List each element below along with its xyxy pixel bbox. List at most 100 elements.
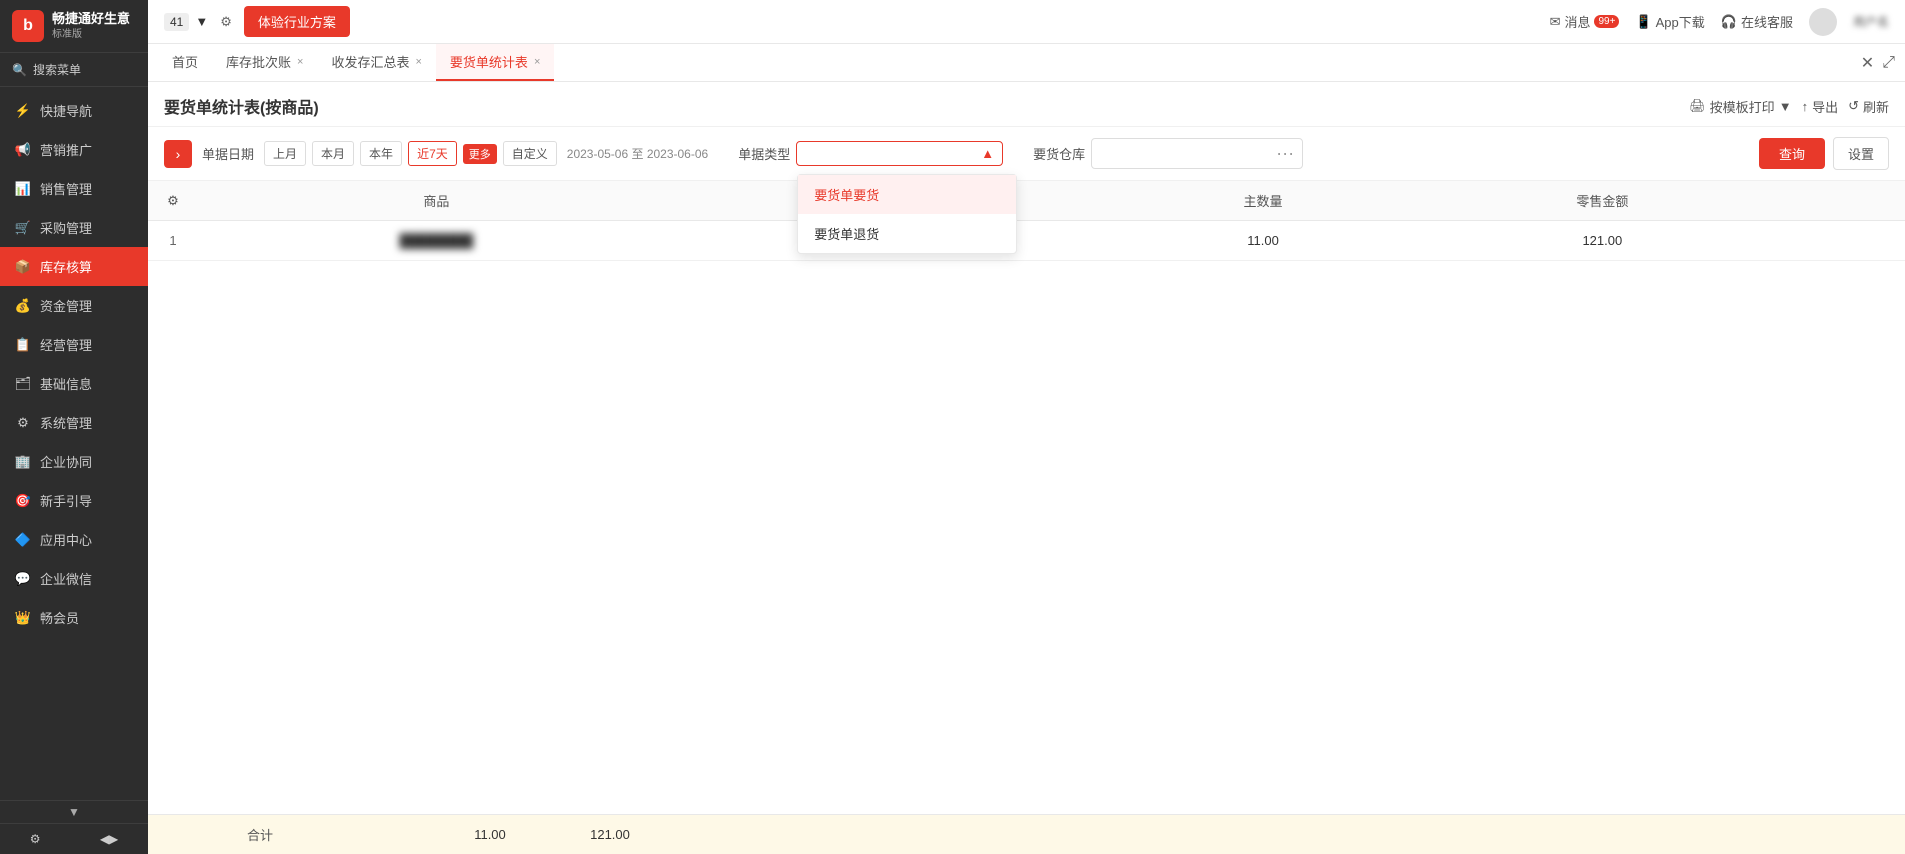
page-container: 要货单统计表(按商品) 🖨 按模板打印 ▼ ↑ 导出 ↺ 刷新 — [148, 82, 1905, 854]
messages-button[interactable]: ✉ 消息 99+ — [1550, 12, 1620, 31]
close-all-tabs-button[interactable]: ✕ — [1861, 53, 1874, 73]
table-column-settings-icon[interactable]: ⚙ — [167, 193, 179, 208]
date-custom-button[interactable]: 自定义 — [503, 141, 557, 166]
sidebar-item-guide[interactable]: 🎯 新手引导 — [0, 481, 148, 520]
store-selector[interactable]: 41 ▼ — [164, 13, 208, 31]
tab-home[interactable]: 首页 — [158, 44, 212, 81]
sidebar-item-appstore[interactable]: 🔷 应用中心 — [0, 520, 148, 559]
footer-total-label: 合计 — [210, 825, 310, 844]
tab-close-batch-account[interactable]: × — [297, 56, 303, 68]
main-area: 41 ▼ ⚙ 体验行业方案 ✉ 消息 99+ 📱 App下载 🎧 在线客服 用户… — [148, 0, 1905, 854]
date-range-display: 2023-05-06 至 2023-06-06 — [567, 145, 708, 162]
print-template-button[interactable]: 🖨 按模板打印 ▼ — [1689, 97, 1791, 116]
warehouse-group: 要货仓库 ··· — [1033, 138, 1303, 169]
sidebar-item-system[interactable]: ⚙ 系统管理 — [0, 403, 148, 442]
table-row: 1 ████████ 块 11.00 121.00 — [148, 221, 1905, 261]
top-header: 41 ▼ ⚙ 体验行业方案 ✉ 消息 99+ 📱 App下载 🎧 在线客服 用户… — [148, 0, 1905, 44]
sidebar-bottom: ⚙ ◀▶ — [0, 823, 148, 854]
footer-quantity: 11.00 — [430, 827, 550, 842]
cell-extra — [1788, 221, 1905, 261]
marketing-icon: 📢 — [14, 141, 32, 159]
date-preset-this-month[interactable]: 本月 — [312, 141, 354, 166]
username: 用户名 — [1853, 13, 1889, 30]
date-preset-7days[interactable]: 近7天 — [408, 141, 457, 166]
store-number: 41 — [164, 13, 189, 31]
query-button[interactable]: 查询 — [1759, 138, 1825, 169]
sidebar-item-member[interactable]: 👑 畅会员 — [0, 598, 148, 637]
tab-batch-account[interactable]: 库存批次账 × — [212, 44, 317, 81]
online-service-button[interactable]: 🎧 在线客服 — [1721, 12, 1793, 31]
warehouse-more-icon[interactable]: ··· — [1276, 143, 1294, 164]
warehouse-select-input[interactable] — [1100, 146, 1276, 161]
content-area: 要货单统计表(按商品) 🖨 按模板打印 ▼ ↑ 导出 ↺ 刷新 — [148, 82, 1905, 854]
date-filter-label: 单据日期 — [202, 144, 254, 163]
date-presets: 上月 本月 本年 近7天 更多 自定义 — [264, 141, 557, 166]
tab-order-stat[interactable]: 要货单统计表 × — [436, 44, 554, 81]
message-icon: ✉ — [1550, 14, 1561, 30]
refresh-button[interactable]: ↺ 刷新 — [1848, 97, 1889, 116]
table-footer: 合计 11.00 121.00 — [148, 814, 1905, 854]
col-amount: 零售金额 — [1417, 181, 1788, 221]
date-more-button[interactable]: 更多 — [463, 144, 497, 164]
sidebar-scroll-down[interactable]: ▼ — [0, 800, 148, 823]
sidebar: b 畅捷通好生意 标准版 🔍 搜索菜单 ⚡ 快捷导航 📢 营销推广 📊 销售管理… — [0, 0, 148, 854]
filter-settings-button[interactable]: 设置 — [1833, 137, 1889, 170]
type-select-arrow-up[interactable]: ▲ — [981, 146, 994, 161]
member-icon: 👑 — [14, 609, 32, 627]
dropdown-item-return[interactable]: 要货单退货 — [798, 214, 1016, 253]
guide-icon: 🎯 — [14, 492, 32, 510]
sales-icon: 📊 — [14, 180, 32, 198]
sidebar-item-enterprise[interactable]: 🏢 企业协同 — [0, 442, 148, 481]
sidebar-item-purchase[interactable]: 🛒 采购管理 — [0, 208, 148, 247]
header-right: ✉ 消息 99+ 📱 App下载 🎧 在线客服 用户名 — [1550, 8, 1889, 36]
export-button[interactable]: ↑ 导出 — [1802, 97, 1839, 116]
footer-amount: 121.00 — [550, 827, 670, 842]
maximize-tab-button[interactable]: ⤢ — [1882, 54, 1895, 72]
sidebar-item-inventory[interactable]: 📦 库存核算 — [0, 247, 148, 286]
sidebar-item-sales[interactable]: 📊 销售管理 — [0, 169, 148, 208]
tab-receive-summary[interactable]: 收发存汇总表 × — [317, 44, 435, 81]
sidebar-item-basic[interactable]: 🗂 基础信息 — [0, 364, 148, 403]
sidebar-item-marketing[interactable]: 📢 营销推广 — [0, 130, 148, 169]
sidebar-item-wechat[interactable]: 💬 企业微信 — [0, 559, 148, 598]
sidebar-item-quick-nav[interactable]: ⚡ 快捷导航 — [0, 91, 148, 130]
basic-icon: 🗂 — [14, 375, 32, 393]
type-dropdown-menu: 要货单要货 要货单退货 — [797, 174, 1017, 254]
wechat-icon: 💬 — [14, 570, 32, 588]
cell-amount: 121.00 — [1417, 221, 1788, 261]
search-menu-button[interactable]: 🔍 搜索菜单 — [12, 61, 136, 78]
sidebar-logo: b 畅捷通好生意 标准版 — [0, 0, 148, 53]
export-icon: ↑ — [1802, 99, 1809, 114]
dropdown-item-request[interactable]: 要货单要货 — [798, 175, 1016, 214]
purchase-icon: 🛒 — [14, 219, 32, 237]
chevron-down-icon-print: ▼ — [1779, 99, 1792, 114]
date-preset-last-month[interactable]: 上月 — [264, 141, 306, 166]
messages-badge: 99+ — [1594, 15, 1619, 28]
tab-close-order-stat[interactable]: × — [534, 56, 540, 68]
trial-button[interactable]: 体验行业方案 — [244, 6, 350, 37]
filter-bar: › 单据日期 上月 本月 本年 近7天 更多 自定义 2023-05-06 至 … — [148, 127, 1905, 181]
header-left: 41 ▼ ⚙ 体验行业方案 — [164, 6, 350, 37]
settings-bottom-button[interactable]: ⚙ — [30, 832, 41, 846]
user-avatar[interactable] — [1809, 8, 1837, 36]
table-header-row: ⚙ 商品 主计量单位 主数量 零售金额 — [148, 181, 1905, 221]
app-download-button[interactable]: 📱 App下载 — [1635, 12, 1704, 31]
product-name-blurred: ████████ — [400, 233, 474, 248]
date-preset-this-year[interactable]: 本年 — [360, 141, 402, 166]
sidebar-item-finance[interactable]: 💰 资金管理 — [0, 286, 148, 325]
filter-expand-button[interactable]: › — [164, 140, 192, 168]
header-settings-icon[interactable]: ⚙ — [220, 14, 232, 30]
col-settings: ⚙ — [148, 181, 198, 221]
search-icon: 🔍 — [12, 63, 27, 77]
logo-icon: b — [12, 10, 44, 42]
sidebar-search-area[interactable]: 🔍 搜索菜单 — [0, 53, 148, 87]
tab-close-receive-summary[interactable]: × — [415, 56, 421, 68]
warehouse-select-box[interactable]: ··· — [1091, 138, 1303, 169]
operations-icon: 📋 — [14, 336, 32, 354]
print-icon: 🖨 — [1689, 98, 1706, 114]
type-select-input[interactable] — [805, 146, 981, 161]
sidebar-item-operations[interactable]: 📋 经营管理 — [0, 325, 148, 364]
type-select-box[interactable]: ▲ 要货单要货 要货单退货 — [796, 141, 1003, 166]
collapse-button[interactable]: ◀▶ — [100, 832, 118, 846]
tabs-bar: 首页 库存批次账 × 收发存汇总表 × 要货单统计表 × ✕ ⤢ — [148, 44, 1905, 82]
